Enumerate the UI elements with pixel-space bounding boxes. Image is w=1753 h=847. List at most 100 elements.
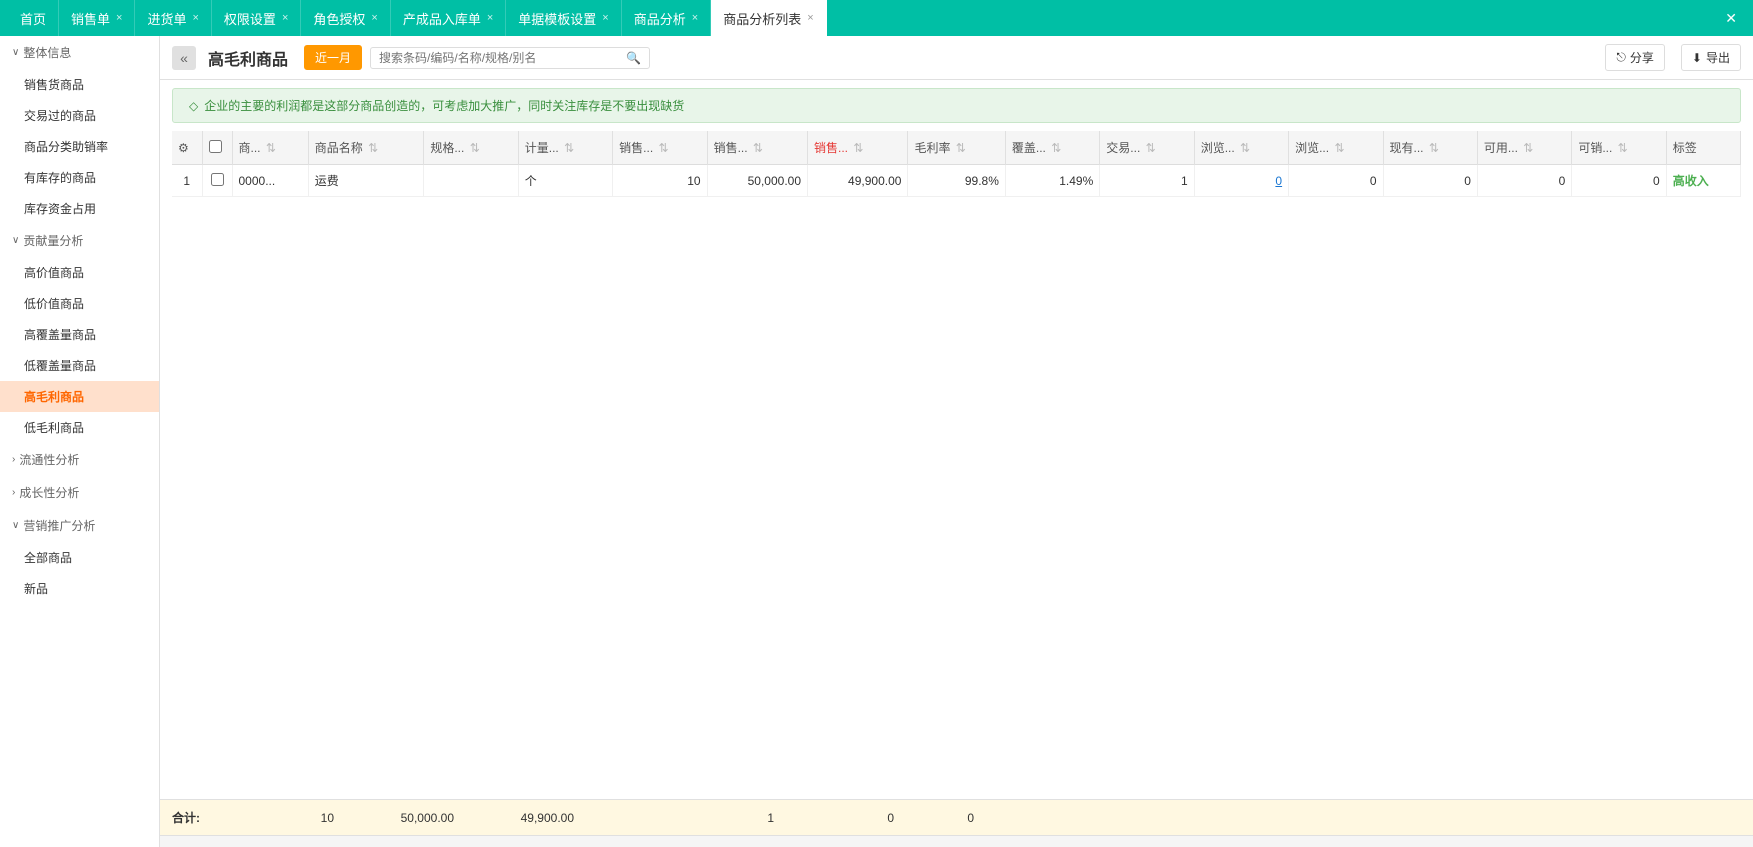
cell-current-stock: 0 [1383,165,1477,197]
top-navigation: 首页 销售单 × 进货单 × 权限设置 × 角色授权 × 产成品入库单 × 单据… [0,0,1753,36]
nav-close-permission[interactable]: × [282,12,288,24]
footer-total-bar: 合计: 10 50,000.00 49,900.00 1 0 0 [160,799,1753,835]
col-gross-margin[interactable]: 毛利率 ⇅ [908,131,1005,165]
footer-sales-amount: 50,000.00 [340,811,460,825]
main-area: ∨ 整体信息 销售货商品 交易过的商品 商品分类助销率 有库存的商品 库存资金占… [0,36,1753,847]
sidebar-group-growth[interactable]: › 成长性分析 [0,476,159,509]
select-all-checkbox[interactable] [209,140,222,153]
search-box: 🔍 [370,47,650,69]
sidebar-item-high-coverage[interactable]: 高覆盖量商品 [0,319,159,350]
sidebar-group-overall[interactable]: ∨ 整体信息 [0,36,159,69]
sidebar-group-contribution[interactable]: ∨ 贡献量分析 [0,224,159,257]
arrow-marketing: ∨ [12,520,19,531]
table-row: 1 0000... 运费 个 10 50,000.00 49,900.00 99… [172,165,1741,197]
nav-product-analysis[interactable]: 商品分析 × [622,0,711,36]
table-wrapper: ⚙ 商... ⇅ 商品名称 ⇅ 规格... ⇅ 计量... ⇅ 销售... ⇅ … [160,131,1753,799]
cell-tag: 高收入 [1666,165,1740,197]
sidebar-item-low-value[interactable]: 低价值商品 [0,288,159,319]
nav-purchase-order[interactable]: 进货单 × [135,0,211,36]
sidebar-item-category-rate[interactable]: 商品分类助销率 [0,131,159,162]
nav-close-analysis[interactable]: × [692,12,698,24]
export-icon: ⬇ [1692,51,1702,65]
cell-unit: 个 [518,165,612,197]
cell-name: 运费 [308,165,424,197]
time-filter-recent-month[interactable]: 近一月 [304,45,362,70]
cell-browse1[interactable]: 0 [1194,165,1288,197]
nav-close-purchase[interactable]: × [192,12,198,24]
col-unit[interactable]: 计量... ⇅ [518,131,612,165]
nav-sales-order[interactable]: 销售单 × [59,0,135,36]
sidebar-collapse-button[interactable]: « [172,46,196,70]
info-banner: ◇ 企业的主要的利润都是这部分商品创造的，可考虑加大推广，同时关注库存是不要出现… [172,88,1741,123]
arrow-circulation: › [12,454,15,465]
cell-index: 1 [172,165,202,197]
cell-sales-profit: 49,900.00 [808,165,908,197]
sidebar-group-circulation[interactable]: › 流通性分析 [0,443,159,476]
nav-close-template[interactable]: × [602,12,608,24]
col-tag: 标签 [1666,131,1740,165]
sidebar-item-in-stock[interactable]: 有库存的商品 [0,162,159,193]
arrow-growth: › [12,487,15,498]
cell-saleable: 0 [1572,165,1666,197]
sidebar-item-low-margin[interactable]: 低毛利商品 [0,412,159,443]
col-saleable[interactable]: 可销... ⇅ [1572,131,1666,165]
window-close-btn[interactable]: ✕ [1725,10,1737,27]
sidebar-item-all-goods[interactable]: 全部商品 [0,542,159,573]
footer-sales-qty: 10 [220,811,340,825]
nav-close-sales[interactable]: × [116,12,122,24]
nav-close-inbound[interactable]: × [487,12,493,24]
col-checkbox[interactable] [202,131,232,165]
sidebar-item-stock-capital[interactable]: 库存资金占用 [0,193,159,224]
row-checkbox[interactable] [211,173,224,186]
nav-close-analysis-list[interactable]: × [807,12,813,24]
col-sales-profit[interactable]: 销售... ⇅ [808,131,908,165]
content-area: « 高毛利商品 近一月 🔍 ⎋ 分享 ⬇ 导出 ◇ 企业的主要的利润都是这部分商… [160,36,1753,847]
sidebar-item-high-margin[interactable]: 高毛利商品 [0,381,159,412]
horizontal-scrollbar[interactable] [160,835,1753,847]
col-sales-qty[interactable]: 销售... ⇅ [613,131,707,165]
sidebar-item-new-goods[interactable]: 新品 [0,573,159,604]
col-coverage[interactable]: 覆盖... ⇅ [1005,131,1099,165]
sidebar-item-traded-goods[interactable]: 交易过的商品 [0,100,159,131]
col-name[interactable]: 商品名称 ⇅ [308,131,424,165]
col-code[interactable]: 商... ⇅ [232,131,308,165]
sidebar-item-low-coverage[interactable]: 低覆盖量商品 [0,350,159,381]
nav-permission-settings[interactable]: 权限设置 × [212,0,301,36]
cell-gross-margin: 99.8% [908,165,1005,197]
col-available[interactable]: 可用... ⇅ [1477,131,1571,165]
cell-browse2: 0 [1289,165,1383,197]
footer-available: 0 [780,811,900,825]
footer-saleable: 0 [900,811,980,825]
col-spec[interactable]: 规格... ⇅ [424,131,518,165]
share-icon: ⎋ [1616,50,1626,65]
footer-label: 合计: [172,809,200,826]
cell-checkbox[interactable] [202,165,232,197]
sidebar-group-marketing[interactable]: ∨ 营销推广分析 [0,509,159,542]
col-transaction[interactable]: 交易... ⇅ [1100,131,1194,165]
search-icon[interactable]: 🔍 [626,51,641,65]
share-button[interactable]: ⎋ 分享 [1605,44,1665,71]
info-icon: ◇ [189,99,198,113]
col-browse1[interactable]: 浏览... ⇅ [1194,131,1288,165]
nav-template-settings[interactable]: 单据模板设置 × [506,0,621,36]
sidebar-item-sales-goods[interactable]: 销售货商品 [0,69,159,100]
nav-close-role[interactable]: × [371,12,377,24]
col-browse2[interactable]: 浏览... ⇅ [1289,131,1383,165]
footer-transaction: 1 [580,811,780,825]
export-button[interactable]: ⬇ 导出 [1681,44,1741,71]
sidebar: ∨ 整体信息 销售货商品 交易过的商品 商品分类助销率 有库存的商品 库存资金占… [0,36,160,847]
col-current-stock[interactable]: 现有... ⇅ [1383,131,1477,165]
nav-product-inbound[interactable]: 产成品入库单 × [391,0,506,36]
cell-transaction: 1 [1100,165,1194,197]
nav-role-auth[interactable]: 角色授权 × [301,0,390,36]
cell-spec [424,165,518,197]
col-sales-amount[interactable]: 销售... ⇅ [707,131,807,165]
search-input[interactable] [379,51,622,65]
nav-home[interactable]: 首页 [8,0,59,36]
cell-coverage: 1.49% [1005,165,1099,197]
nav-analysis-list[interactable]: 商品分析列表 × [711,0,826,36]
footer-sales-profit: 49,900.00 [460,811,580,825]
page-title: 高毛利商品 [208,46,288,70]
sidebar-item-high-value[interactable]: 高价值商品 [0,257,159,288]
col-settings[interactable]: ⚙ [172,131,202,165]
